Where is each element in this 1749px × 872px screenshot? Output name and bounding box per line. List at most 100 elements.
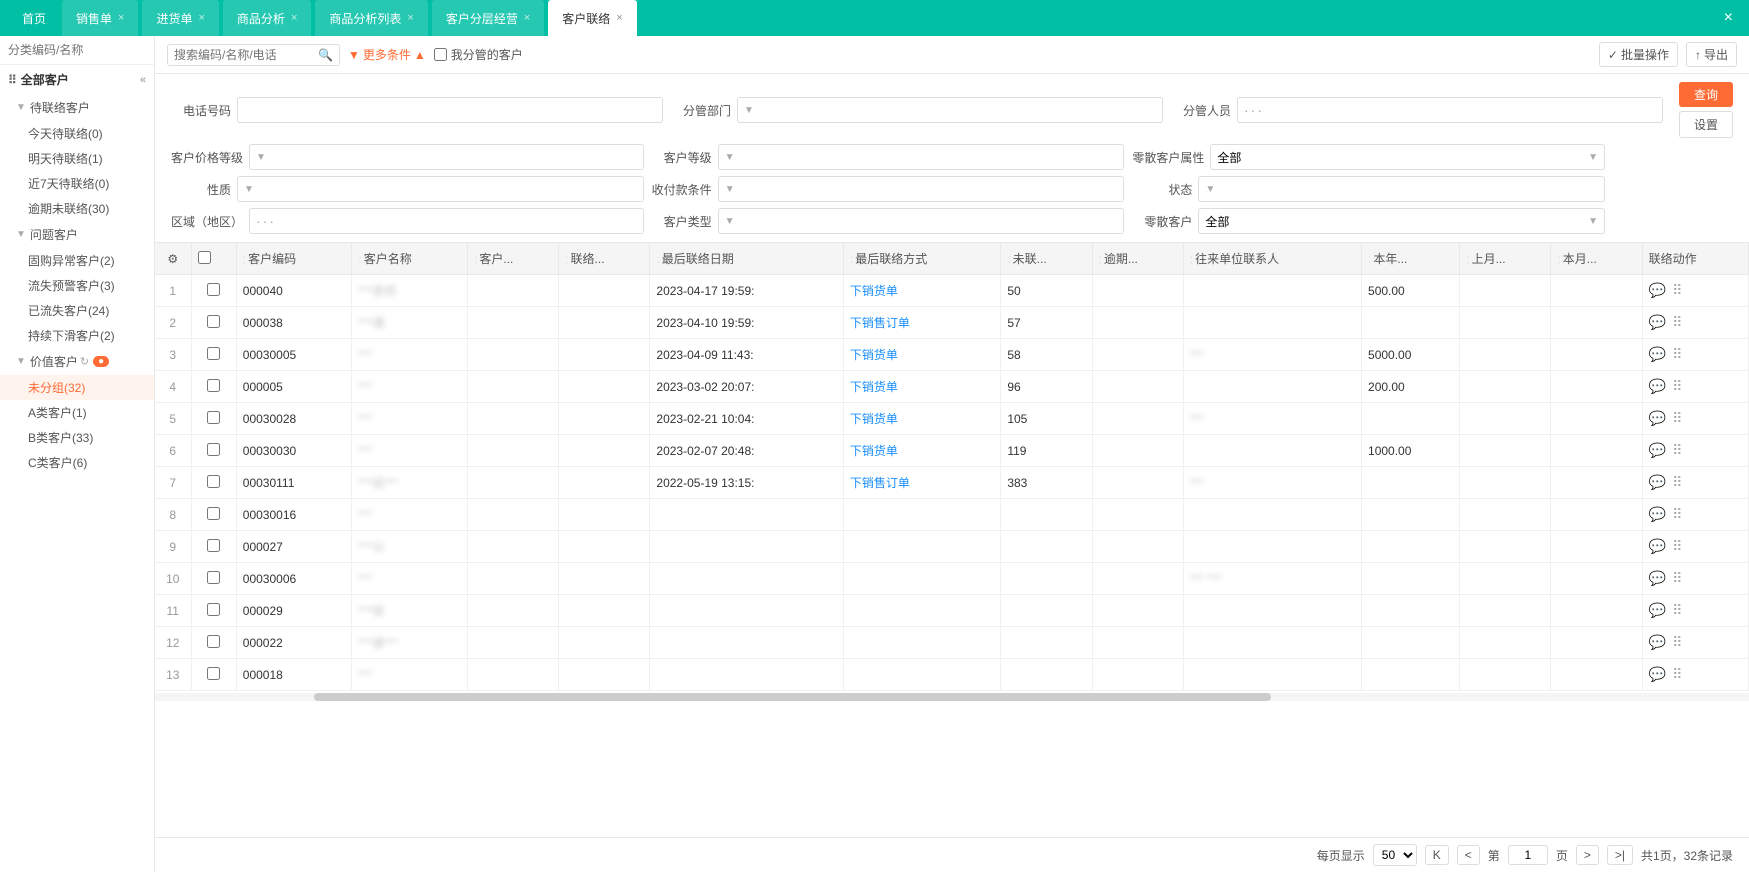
- region-input[interactable]: ···: [249, 208, 644, 234]
- last-method-link[interactable]: 下销货单: [850, 284, 898, 298]
- row-select-checkbox[interactable]: [207, 603, 220, 616]
- last-method-link[interactable]: 下销货单: [850, 444, 898, 458]
- sidebar-item-today[interactable]: 今天待联络(0): [0, 121, 154, 146]
- contact-icon[interactable]: 💬: [1649, 570, 1666, 587]
- sidebar-search-input[interactable]: [8, 43, 155, 57]
- last-method-link[interactable]: 下销货单: [850, 348, 898, 362]
- my-customers-check[interactable]: [434, 48, 447, 61]
- query-btn[interactable]: 查询: [1679, 82, 1733, 107]
- more-conditions-btn[interactable]: ▼ 更多条件 ▲: [348, 46, 426, 63]
- sidebar-item-unclassified[interactable]: 未分组(32): [0, 375, 154, 400]
- more-icon[interactable]: ⠿: [1672, 538, 1682, 555]
- row-select-checkbox[interactable]: [207, 443, 220, 456]
- tab-analysis-list-close[interactable]: ×: [407, 12, 413, 24]
- sidebar-item-a[interactable]: A类客户(1): [0, 400, 154, 425]
- more-icon[interactable]: ⠿: [1672, 602, 1682, 619]
- tab-home[interactable]: 首页: [8, 0, 60, 36]
- tab-customer-contact[interactable]: 客户联络 ×: [548, 0, 636, 36]
- filter-search-input[interactable]: [174, 48, 314, 62]
- last-method-link[interactable]: 下销售订单: [850, 316, 910, 330]
- contact-icon[interactable]: 💬: [1649, 538, 1666, 555]
- horizontal-scrollbar[interactable]: [155, 693, 1749, 701]
- filter-search-icon[interactable]: 🔍: [318, 48, 333, 62]
- more-icon[interactable]: ⠿: [1672, 314, 1682, 331]
- page-size-select[interactable]: 50: [1373, 844, 1417, 866]
- nature-select[interactable]: ▼: [237, 176, 644, 202]
- more-icon[interactable]: ⠿: [1672, 410, 1682, 427]
- row-select-checkbox[interactable]: [207, 411, 220, 424]
- next-page-btn[interactable]: >: [1576, 845, 1599, 865]
- sidebar-item-abnormal[interactable]: 固购异常客户(2): [0, 248, 154, 273]
- page-number-input[interactable]: [1508, 845, 1548, 865]
- row-select-checkbox[interactable]: [207, 315, 220, 328]
- price-level-select[interactable]: ▼: [249, 144, 644, 170]
- retail-customer-select[interactable]: 全部 ▼: [1198, 208, 1605, 234]
- tab-analysis-list[interactable]: 商品分析列表 ×: [315, 0, 427, 36]
- export-btn[interactable]: ↑ 导出: [1686, 42, 1737, 67]
- more-icon[interactable]: ⠿: [1672, 634, 1682, 651]
- tab-analysis[interactable]: 商品分析 ×: [223, 0, 311, 36]
- customer-level-select[interactable]: ▼: [718, 144, 1125, 170]
- collapse-icon[interactable]: «: [140, 74, 146, 86]
- sidebar-item-churn[interactable]: 流失预警客户(3): [0, 273, 154, 298]
- row-select-checkbox[interactable]: [207, 347, 220, 360]
- sidebar-item-b[interactable]: B类客户(33): [0, 425, 154, 450]
- row-select-checkbox[interactable]: [207, 379, 220, 392]
- manager-input[interactable]: ···: [1237, 97, 1663, 123]
- first-page-btn[interactable]: K: [1425, 845, 1449, 865]
- contact-icon[interactable]: 💬: [1649, 346, 1666, 363]
- tab-purchase[interactable]: 进货单 ×: [142, 0, 218, 36]
- row-select-checkbox[interactable]: [207, 571, 220, 584]
- sidebar-item-near7[interactable]: 近7天待联络(0): [0, 171, 154, 196]
- row-select-checkbox[interactable]: [207, 475, 220, 488]
- row-select-checkbox[interactable]: [207, 539, 220, 552]
- row-select-checkbox[interactable]: [207, 667, 220, 680]
- tab-purchase-close[interactable]: ×: [198, 12, 204, 24]
- more-icon[interactable]: ⠿: [1672, 282, 1682, 299]
- status-select[interactable]: ▼: [1198, 176, 1605, 202]
- more-icon[interactable]: ⠿: [1672, 570, 1682, 587]
- my-customers-checkbox[interactable]: 我分管的客户: [434, 46, 523, 63]
- tab-sales-close[interactable]: ×: [118, 12, 124, 24]
- sidebar-item-tomorrow[interactable]: 明天待联络(1): [0, 146, 154, 171]
- contact-icon[interactable]: 💬: [1649, 410, 1666, 427]
- value-refresh-icon[interactable]: ↻: [80, 355, 89, 368]
- more-icon[interactable]: ⠿: [1672, 506, 1682, 523]
- waiting-contact-group[interactable]: ▼ 待联络客户: [0, 94, 154, 121]
- contact-icon[interactable]: 💬: [1649, 634, 1666, 651]
- phone-input[interactable]: [237, 97, 663, 123]
- contact-icon[interactable]: 💬: [1649, 602, 1666, 619]
- row-select-checkbox[interactable]: [207, 635, 220, 648]
- contact-icon[interactable]: 💬: [1649, 314, 1666, 331]
- contact-icon[interactable]: 💬: [1649, 442, 1666, 459]
- tab-customer-segment-close[interactable]: ×: [524, 12, 530, 24]
- more-icon[interactable]: ⠿: [1672, 442, 1682, 459]
- prev-page-btn[interactable]: <: [1457, 845, 1480, 865]
- dept-select[interactable]: ▼: [737, 97, 1163, 123]
- contact-icon[interactable]: 💬: [1649, 666, 1666, 683]
- reset-btn[interactable]: 设置: [1679, 111, 1733, 138]
- last-method-link[interactable]: 下销货单: [850, 412, 898, 426]
- row-select-checkbox[interactable]: [207, 283, 220, 296]
- more-icon[interactable]: ⠿: [1672, 378, 1682, 395]
- scrollbar-thumb[interactable]: [314, 693, 1270, 701]
- retail-attr-select[interactable]: 全部 ▼: [1210, 144, 1605, 170]
- sidebar-item-c[interactable]: C类客户(6): [0, 450, 154, 475]
- customer-type-select[interactable]: ▼: [718, 208, 1125, 234]
- sidebar-item-overdue[interactable]: 逾期未联络(30): [0, 196, 154, 221]
- batch-ops-btn[interactable]: ✓ 批量操作: [1599, 42, 1678, 67]
- value-customer-group[interactable]: ▼ 价值客户 ↻ ●: [0, 348, 154, 375]
- more-icon[interactable]: ⠿: [1672, 346, 1682, 363]
- last-method-link[interactable]: 下销售订单: [850, 476, 910, 490]
- tab-sales[interactable]: 销售单 ×: [62, 0, 138, 36]
- more-icon[interactable]: ⠿: [1672, 666, 1682, 683]
- all-customers-header[interactable]: ⠿ 全部客户 «: [0, 65, 154, 94]
- contact-icon[interactable]: 💬: [1649, 282, 1666, 299]
- contact-icon[interactable]: 💬: [1649, 506, 1666, 523]
- col-settings[interactable]: ⚙: [155, 243, 191, 275]
- payment-select[interactable]: ▼: [718, 176, 1125, 202]
- tab-analysis-close[interactable]: ×: [291, 12, 297, 24]
- last-page-btn[interactable]: >|: [1607, 845, 1633, 865]
- more-icon[interactable]: ⠿: [1672, 474, 1682, 491]
- select-all-checkbox[interactable]: [198, 251, 211, 264]
